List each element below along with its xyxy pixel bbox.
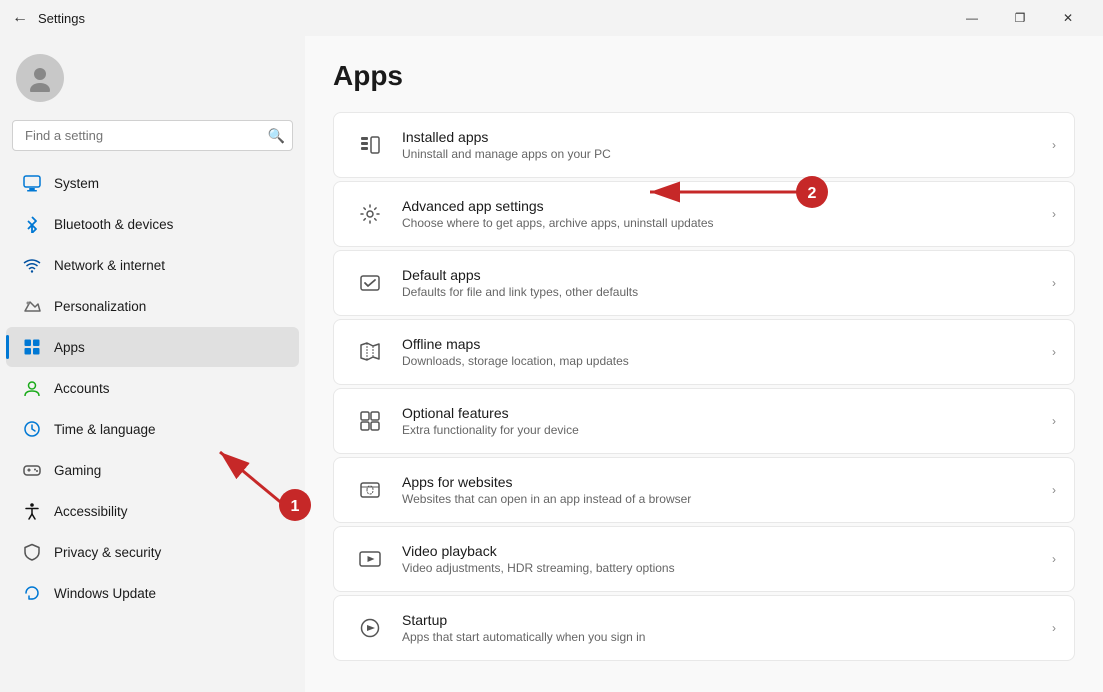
- avatar: [16, 54, 64, 102]
- nav-item-apps[interactable]: Apps: [6, 327, 299, 367]
- nav-label-time: Time & language: [54, 422, 156, 437]
- installed-apps-text: Installed apps Uninstall and manage apps…: [402, 129, 1042, 161]
- nav-item-update[interactable]: Windows Update: [6, 573, 299, 613]
- installed-apps-title: Installed apps: [402, 129, 1042, 145]
- startup-chevron: ›: [1052, 621, 1056, 635]
- bluetooth-icon: [22, 214, 42, 234]
- apps-websites-icon: [352, 472, 388, 508]
- optional-features-title: Optional features: [402, 405, 1042, 421]
- nav-label-apps: Apps: [54, 340, 85, 355]
- advanced-app-icon: [352, 196, 388, 232]
- settings-item-offline-maps[interactable]: Offline maps Downloads, storage location…: [333, 319, 1075, 385]
- maximize-button[interactable]: ❐: [997, 2, 1043, 34]
- optional-features-text: Optional features Extra functionality fo…: [402, 405, 1042, 437]
- video-playback-title: Video playback: [402, 543, 1042, 559]
- nav-item-network[interactable]: Network & internet: [6, 245, 299, 285]
- gaming-icon: [22, 460, 42, 480]
- accounts-icon: [22, 378, 42, 398]
- video-playback-chevron: ›: [1052, 552, 1056, 566]
- system-icon: [22, 173, 42, 193]
- optional-features-chevron: ›: [1052, 414, 1056, 428]
- apps-websites-title: Apps for websites: [402, 474, 1042, 490]
- time-icon: [22, 419, 42, 439]
- default-apps-title: Default apps: [402, 267, 1042, 283]
- nav-item-accounts[interactable]: Accounts: [6, 368, 299, 408]
- main-layout: 🔍 System Bluetooth & devices Network & i…: [0, 36, 1103, 692]
- nav-item-system[interactable]: System: [6, 163, 299, 203]
- startup-text: Startup Apps that start automatically wh…: [402, 612, 1042, 644]
- nav-label-privacy: Privacy & security: [54, 545, 161, 560]
- nav-label-personalization: Personalization: [54, 299, 146, 314]
- nav-item-time[interactable]: Time & language: [6, 409, 299, 449]
- nav-label-bluetooth: Bluetooth & devices: [54, 217, 173, 232]
- settings-item-optional-features[interactable]: Optional features Extra functionality fo…: [333, 388, 1075, 454]
- optional-features-icon: [352, 403, 388, 439]
- settings-item-video-playback[interactable]: Video playback Video adjustments, HDR st…: [333, 526, 1075, 592]
- video-playback-desc: Video adjustments, HDR streaming, batter…: [402, 561, 1042, 575]
- network-icon: [22, 255, 42, 275]
- nav-item-accessibility[interactable]: Accessibility: [6, 491, 299, 531]
- close-button[interactable]: ✕: [1045, 2, 1091, 34]
- apps-websites-text: Apps for websites Websites that can open…: [402, 474, 1042, 506]
- title-bar-title: Settings: [38, 11, 85, 26]
- offline-maps-chevron: ›: [1052, 345, 1056, 359]
- offline-maps-icon: [352, 334, 388, 370]
- back-button[interactable]: ←: [12, 9, 28, 27]
- privacy-icon: [22, 542, 42, 562]
- search-box: 🔍: [12, 120, 293, 151]
- nav-label-system: System: [54, 176, 99, 191]
- user-avatar-section: [0, 44, 305, 120]
- settings-item-installed-apps[interactable]: Installed apps Uninstall and manage apps…: [333, 112, 1075, 178]
- installed-apps-desc: Uninstall and manage apps on your PC: [402, 147, 1042, 161]
- settings-list: Installed apps Uninstall and manage apps…: [333, 112, 1075, 661]
- startup-desc: Apps that start automatically when you s…: [402, 630, 1042, 644]
- sidebar: 🔍 System Bluetooth & devices Network & i…: [0, 36, 305, 692]
- settings-item-apps-websites[interactable]: Apps for websites Websites that can open…: [333, 457, 1075, 523]
- optional-features-desc: Extra functionality for your device: [402, 423, 1042, 437]
- advanced-app-desc: Choose where to get apps, archive apps, …: [402, 216, 1042, 230]
- nav-item-bluetooth[interactable]: Bluetooth & devices: [6, 204, 299, 244]
- search-icon[interactable]: 🔍: [268, 127, 285, 144]
- apps-websites-chevron: ›: [1052, 483, 1056, 497]
- page-title: Apps: [333, 60, 1075, 92]
- minimize-button[interactable]: —: [949, 2, 995, 34]
- personalization-icon: [22, 296, 42, 316]
- video-playback-icon: [352, 541, 388, 577]
- nav-item-personalization[interactable]: Personalization: [6, 286, 299, 326]
- installed-apps-chevron: ›: [1052, 138, 1056, 152]
- nav-label-gaming: Gaming: [54, 463, 101, 478]
- update-icon: [22, 583, 42, 603]
- startup-icon: [352, 610, 388, 646]
- search-input[interactable]: [12, 120, 293, 151]
- title-bar-left: ← Settings: [12, 9, 85, 27]
- nav-item-gaming[interactable]: Gaming: [6, 450, 299, 490]
- title-bar: ← Settings — ❐ ✕: [0, 0, 1103, 36]
- settings-item-advanced-app[interactable]: Advanced app settings Choose where to ge…: [333, 181, 1075, 247]
- default-apps-desc: Defaults for file and link types, other …: [402, 285, 1042, 299]
- nav-label-accessibility: Accessibility: [54, 504, 128, 519]
- installed-apps-icon: [352, 127, 388, 163]
- offline-maps-title: Offline maps: [402, 336, 1042, 352]
- nav-label-network: Network & internet: [54, 258, 165, 273]
- advanced-app-chevron: ›: [1052, 207, 1056, 221]
- advanced-app-title: Advanced app settings: [402, 198, 1042, 214]
- advanced-app-text: Advanced app settings Choose where to ge…: [402, 198, 1042, 230]
- video-playback-text: Video playback Video adjustments, HDR st…: [402, 543, 1042, 575]
- default-apps-chevron: ›: [1052, 276, 1056, 290]
- offline-maps-text: Offline maps Downloads, storage location…: [402, 336, 1042, 368]
- default-apps-text: Default apps Defaults for file and link …: [402, 267, 1042, 299]
- apps-websites-desc: Websites that can open in an app instead…: [402, 492, 1042, 506]
- accessibility-icon: [22, 501, 42, 521]
- title-bar-controls: — ❐ ✕: [949, 2, 1091, 34]
- apps-icon: [22, 337, 42, 357]
- offline-maps-desc: Downloads, storage location, map updates: [402, 354, 1042, 368]
- default-apps-icon: [352, 265, 388, 301]
- startup-title: Startup: [402, 612, 1042, 628]
- nav-label-update: Windows Update: [54, 586, 156, 601]
- settings-item-default-apps[interactable]: Default apps Defaults for file and link …: [333, 250, 1075, 316]
- settings-item-startup[interactable]: Startup Apps that start automatically wh…: [333, 595, 1075, 661]
- nav-item-privacy[interactable]: Privacy & security: [6, 532, 299, 572]
- content-area: Apps Installed apps Uninstall and manage…: [305, 36, 1103, 692]
- nav-label-accounts: Accounts: [54, 381, 110, 396]
